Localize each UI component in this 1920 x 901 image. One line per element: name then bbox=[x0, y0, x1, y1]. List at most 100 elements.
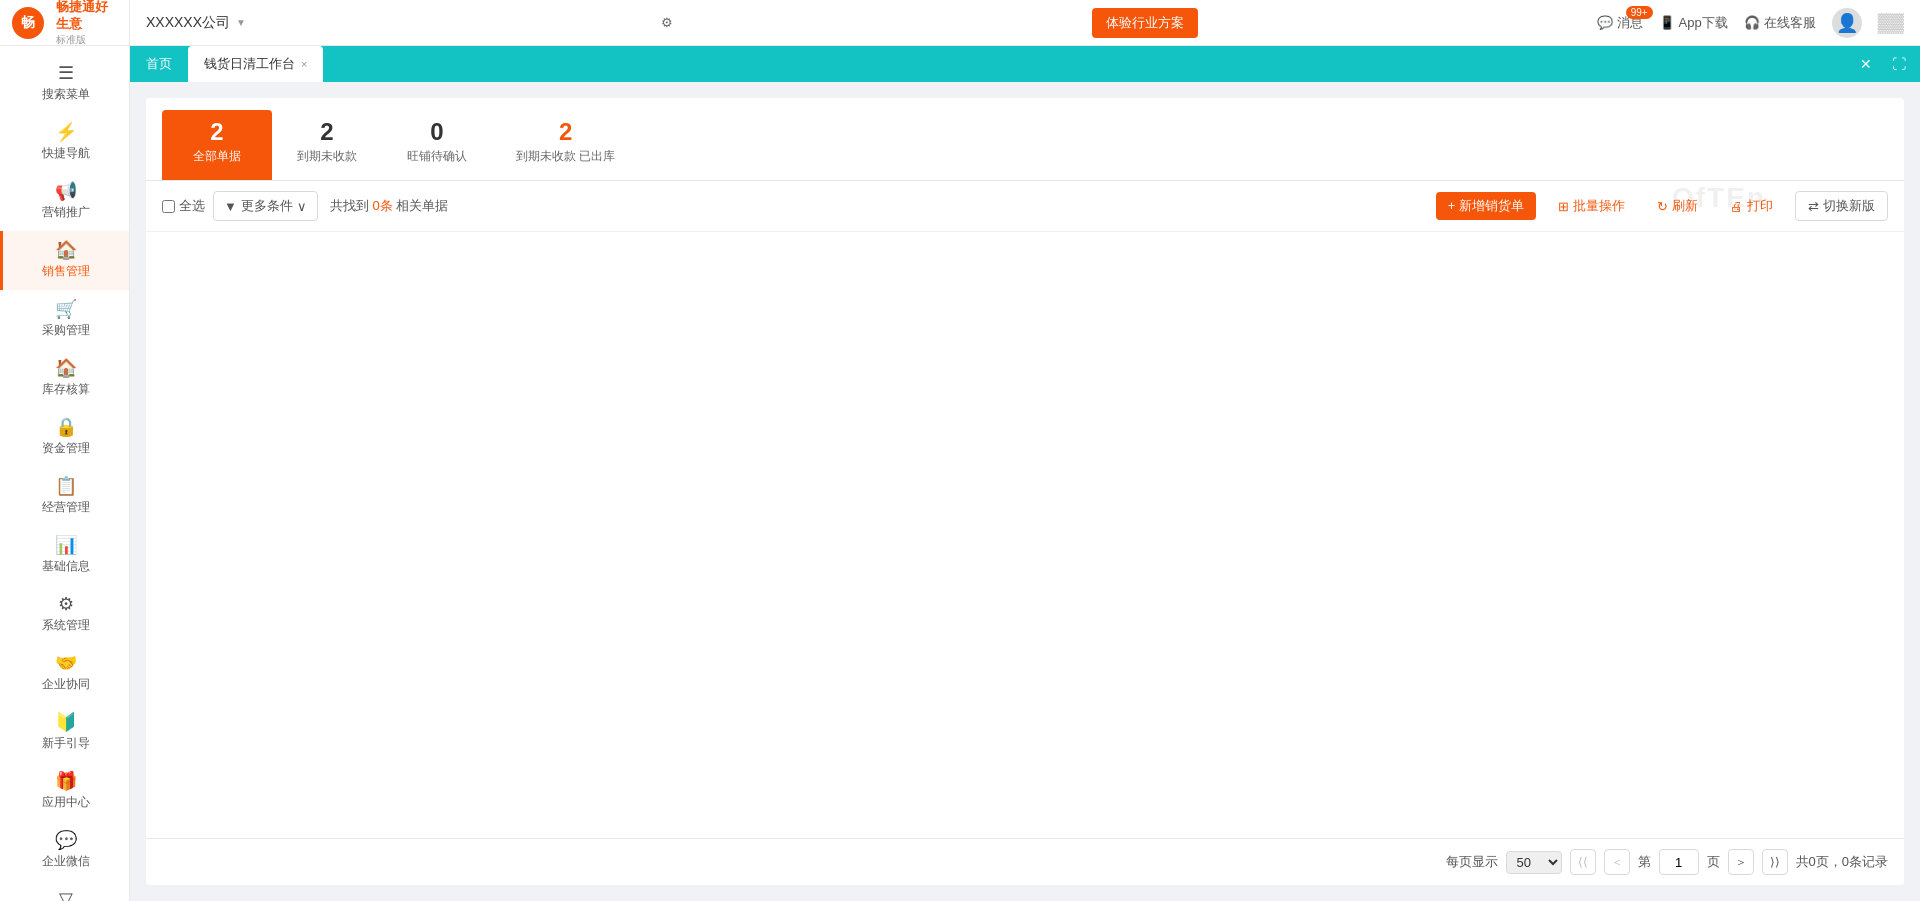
sidebar-item-wechat[interactable]: 💬 企业微信 bbox=[0, 821, 129, 880]
stat-tab-all[interactable]: 2 全部单据 bbox=[162, 110, 272, 180]
settings-icon: ⚙ bbox=[661, 15, 673, 30]
avatar-icon: 👤 bbox=[1836, 12, 1858, 34]
print-icon: 🖨 bbox=[1730, 199, 1743, 214]
user-name[interactable]: ▓▓ bbox=[1878, 12, 1904, 33]
per-page-label: 每页显示 bbox=[1446, 853, 1498, 871]
sidebar-item-label: 基础信息 bbox=[42, 558, 90, 575]
sidebar-item-label: 采购管理 bbox=[42, 322, 90, 339]
switch-version-button[interactable]: ⇄ 切换新版 bbox=[1795, 191, 1888, 221]
new-sales-order-button[interactable]: + 新增销货单 bbox=[1436, 192, 1536, 220]
guide-icon: 🔰 bbox=[55, 713, 77, 731]
chevron-filter-icon: ∨ bbox=[297, 199, 307, 214]
print-button[interactable]: 🖨 打印 bbox=[1720, 192, 1783, 220]
tab-work[interactable]: 钱货日清工作台 × bbox=[188, 46, 323, 82]
chevron-down-icon: ▼ bbox=[236, 17, 246, 28]
sidebar-item-inventory[interactable]: 🏠 库存核算 bbox=[0, 349, 129, 408]
sidebar-item-base-info[interactable]: 📊 基础信息 bbox=[0, 526, 129, 585]
tab-bar-controls: ✕ ⛶ bbox=[1854, 54, 1920, 74]
per-page-select[interactable]: 50 20 100 200 bbox=[1506, 851, 1562, 874]
member-icon: ▽ bbox=[59, 890, 73, 901]
tab-home[interactable]: 首页 bbox=[130, 46, 188, 82]
finance-icon: 🔒 bbox=[55, 418, 77, 436]
messages-button[interactable]: 💬 消息 99+ bbox=[1597, 14, 1643, 32]
last-page-button[interactable]: ⟩⟩ bbox=[1762, 849, 1788, 875]
sales-icon: 🏠 bbox=[55, 241, 77, 259]
sidebar-item-purchase[interactable]: 🛒 采购管理 bbox=[0, 290, 129, 349]
total-records: 共0页，0条记录 bbox=[1796, 853, 1888, 871]
logo-text: 畅捷通好生意 标准版 bbox=[56, 0, 117, 46]
sidebar-item-label: 快捷导航 bbox=[42, 145, 90, 162]
select-all-input[interactable] bbox=[162, 200, 175, 213]
main-content: 2 全部单据 2 到期未收款 0 旺铺待确认 2 到期未收款 已出库 全选 bbox=[130, 82, 1920, 901]
system-icon: ⚙ bbox=[58, 595, 74, 613]
stats-tabs: 2 全部单据 2 到期未收款 0 旺铺待确认 2 到期未收款 已出库 bbox=[146, 98, 1904, 181]
headset-icon: 🎧 bbox=[1744, 15, 1760, 30]
message-icon: 💬 bbox=[1597, 15, 1613, 30]
sidebar-item-marketing[interactable]: 📢 营销推广 bbox=[0, 172, 129, 231]
try-industry-button[interactable]: 体验行业方案 bbox=[1092, 8, 1198, 38]
sidebar-item-member[interactable]: ▽ 畅会员 bbox=[0, 880, 129, 901]
company-name: XXXXXX公司 bbox=[146, 14, 230, 32]
sidebar: 畅 畅捷通好生意 标准版 ☰ 搜索菜单 ⚡ 快捷导航 📢 营销推广 🏠 销售管理… bbox=[0, 0, 130, 901]
sidebar-nav: ☰ 搜索菜单 ⚡ 快捷导航 📢 营销推广 🏠 销售管理 🛒 采购管理 🏠 库存核… bbox=[0, 46, 129, 901]
stat-tab-overdue-stock[interactable]: 2 到期未收款 已出库 bbox=[492, 110, 639, 180]
sidebar-item-search[interactable]: ☰ 搜索菜单 bbox=[0, 54, 129, 113]
sidebar-item-label: 营销推广 bbox=[42, 204, 90, 221]
sidebar-item-label: 资金管理 bbox=[42, 440, 90, 457]
found-count: 0条 bbox=[373, 198, 393, 213]
close-tab-icon[interactable]: × bbox=[301, 58, 307, 70]
sidebar-item-system[interactable]: ⚙ 系统管理 bbox=[0, 585, 129, 644]
app-download-button[interactable]: 📱 App下载 bbox=[1659, 14, 1728, 32]
select-all-checkbox[interactable]: 全选 bbox=[162, 197, 205, 215]
app-center-icon: 🎁 bbox=[55, 772, 77, 790]
tab-close-icon[interactable]: ✕ bbox=[1854, 54, 1878, 74]
stat-tab-overdue-unpaid[interactable]: 2 到期未收款 bbox=[272, 110, 382, 180]
logo-area: 畅 畅捷通好生意 标准版 bbox=[0, 0, 129, 46]
cooperation-icon: 🤝 bbox=[55, 654, 77, 672]
avatar[interactable]: 👤 bbox=[1832, 8, 1862, 38]
batch-icon: ⊞ bbox=[1558, 199, 1569, 214]
base-info-icon: 📊 bbox=[55, 536, 77, 554]
sidebar-item-label: 经营管理 bbox=[42, 499, 90, 516]
logo-icon: 畅 bbox=[12, 7, 44, 39]
next-page-button[interactable]: ＞ bbox=[1728, 849, 1754, 875]
page-input[interactable]: 1 bbox=[1659, 849, 1699, 875]
refresh-button[interactable]: ↻ 刷新 bbox=[1647, 192, 1708, 220]
sidebar-item-label: 企业协同 bbox=[42, 676, 90, 693]
download-icon: 📱 bbox=[1659, 15, 1675, 30]
settings-button[interactable]: ⚙ bbox=[652, 8, 682, 38]
page-label: 第 bbox=[1638, 853, 1651, 871]
table-area bbox=[146, 232, 1904, 838]
header-right: 💬 消息 99+ 📱 App下载 🎧 在线客服 👤 ▓▓ bbox=[1597, 8, 1904, 38]
sidebar-item-label: 应用中心 bbox=[42, 794, 90, 811]
tab-bar: 首页 钱货日清工作台 × ✕ ⛶ bbox=[130, 46, 1920, 82]
sidebar-item-sales[interactable]: 🏠 销售管理 bbox=[0, 231, 129, 290]
sidebar-item-finance[interactable]: 🔒 资金管理 bbox=[0, 408, 129, 467]
operations-icon: 📋 bbox=[55, 477, 77, 495]
found-text: 共找到 0条 相关单据 bbox=[330, 197, 448, 215]
batch-operation-button[interactable]: ⊞ 批量操作 bbox=[1548, 192, 1635, 220]
search-menu-icon: ☰ bbox=[58, 64, 74, 82]
sidebar-item-operations[interactable]: 📋 经营管理 bbox=[0, 467, 129, 526]
top-header: XXXXXX公司 ▼ ⚙ 体验行业方案 💬 消息 99+ 📱 App下载 🎧 在… bbox=[130, 0, 1920, 46]
tab-expand-icon[interactable]: ⛶ bbox=[1886, 54, 1912, 74]
inventory-icon: 🏠 bbox=[55, 359, 77, 377]
content-card: 2 全部单据 2 到期未收款 0 旺铺待确认 2 到期未收款 已出库 全选 bbox=[146, 98, 1904, 885]
sidebar-item-label: 新手引导 bbox=[42, 735, 90, 752]
sidebar-item-label: 企业微信 bbox=[42, 853, 90, 870]
refresh-icon: ↻ bbox=[1657, 199, 1668, 214]
sidebar-item-app-center[interactable]: 🎁 应用中心 bbox=[0, 762, 129, 821]
sidebar-item-label: 库存核算 bbox=[42, 381, 90, 398]
online-service-button[interactable]: 🎧 在线客服 bbox=[1744, 14, 1816, 32]
first-page-button[interactable]: ⟨⟨ bbox=[1570, 849, 1596, 875]
sidebar-item-quick-nav[interactable]: ⚡ 快捷导航 bbox=[0, 113, 129, 172]
sidebar-item-guide[interactable]: 🔰 新手引导 bbox=[0, 703, 129, 762]
sidebar-item-cooperation[interactable]: 🤝 企业协同 bbox=[0, 644, 129, 703]
toolbar: 全选 ▼ 更多条件 ∨ 共找到 0条 相关单据 + 新增销货单 ⊞ 批量操作 ↻ bbox=[146, 181, 1904, 232]
wechat-icon: 💬 bbox=[55, 831, 77, 849]
quick-nav-icon: ⚡ bbox=[55, 123, 77, 141]
filter-button[interactable]: ▼ 更多条件 ∨ bbox=[213, 191, 318, 221]
company-selector[interactable]: XXXXXX公司 ▼ bbox=[146, 14, 246, 32]
prev-page-button[interactable]: ＜ bbox=[1604, 849, 1630, 875]
stat-tab-wangpu[interactable]: 0 旺铺待确认 bbox=[382, 110, 492, 180]
